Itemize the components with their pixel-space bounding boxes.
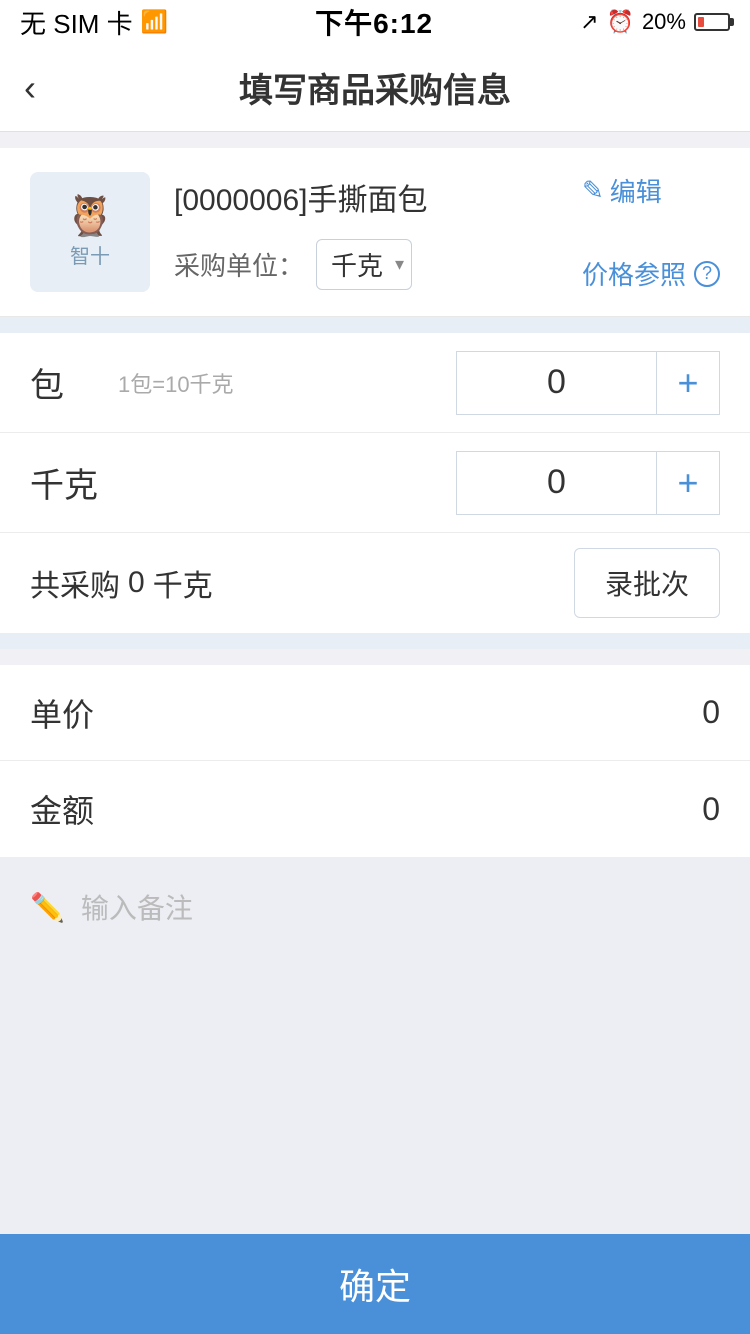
- back-button[interactable]: ‹: [24, 67, 36, 109]
- bao-input-right: +: [456, 351, 720, 415]
- status-bar: 无 SIM 卡 📶 下午6:12 ↗ ⏰ 20%: [0, 0, 750, 44]
- bao-input-row: 包 1包=10千克 +: [0, 333, 750, 433]
- location-icon: ↗: [580, 9, 598, 35]
- status-left: 无 SIM 卡 📶: [20, 4, 168, 41]
- price-ref-button[interactable]: 价格参照 ?: [582, 255, 720, 292]
- kg-input-row: 千克 +: [0, 433, 750, 533]
- kg-quantity-input[interactable]: [456, 451, 656, 515]
- kg-input-right: +: [456, 451, 720, 515]
- confirm-button[interactable]: 确定: [0, 1234, 750, 1334]
- battery-icon: [694, 13, 730, 31]
- kg-plus-button[interactable]: +: [656, 451, 720, 515]
- alarm-icon: ⏰: [607, 9, 634, 35]
- carrier-text: 无 SIM 卡: [20, 4, 133, 41]
- wifi-icon: 📶: [141, 9, 168, 35]
- amount-value: 0: [702, 791, 720, 828]
- total-unit: 千克: [153, 561, 213, 605]
- confirm-button-label: 确定: [339, 1258, 411, 1310]
- nav-bar: ‹ 填写商品采购信息: [0, 44, 750, 132]
- note-section[interactable]: ✏️ 输入备注: [0, 857, 750, 957]
- unit-select-wrapper[interactable]: 千克 ▾: [316, 239, 412, 290]
- bao-plus-button[interactable]: +: [656, 351, 720, 415]
- bao-label: 包: [30, 358, 110, 407]
- edit-label: 编辑: [610, 172, 662, 209]
- unit-select[interactable]: 千克: [316, 239, 412, 290]
- unit-price-value: 0: [702, 694, 720, 731]
- total-label: 共采购: [30, 561, 120, 605]
- bao-quantity-input[interactable]: [456, 351, 656, 415]
- edit-button[interactable]: ✎ 编辑: [582, 172, 662, 209]
- kg-label: 千克: [30, 458, 110, 507]
- product-logo-icon: 🦉: [65, 196, 115, 236]
- product-right: ✎ 编辑 价格参照 ?: [582, 172, 720, 292]
- product-unit-row: 采购单位： 千克 ▾: [174, 239, 582, 290]
- price-ref-label: 价格参照: [582, 255, 686, 292]
- edit-icon: ✎: [582, 175, 604, 206]
- amount-row: 金额 0: [0, 761, 750, 857]
- product-info: [0000006]手撕面包 采购单位： 千克 ▾: [174, 175, 582, 290]
- status-time: 下午6:12: [315, 2, 433, 42]
- pencil-icon: ✏️: [30, 891, 65, 924]
- separator-1: [0, 317, 750, 333]
- product-name: [0000006]手撕面包: [174, 175, 582, 219]
- product-logo-text: 智十: [70, 240, 110, 269]
- product-image: 🦉 智十: [30, 172, 150, 292]
- total-row: 共采购 0 千克 录批次: [0, 533, 750, 633]
- record-batch-button[interactable]: 录批次: [574, 548, 720, 618]
- status-right: ↗ ⏰ 20%: [580, 9, 730, 35]
- total-value: 0: [128, 566, 145, 600]
- bao-sublabel: 1包=10千克: [118, 367, 234, 399]
- battery-percent: 20%: [642, 9, 686, 35]
- info-icon: ?: [694, 261, 720, 287]
- unit-label: 采购单位：: [174, 246, 304, 283]
- content-spacer: [0, 957, 750, 1234]
- unit-price-row: 单价 0: [0, 665, 750, 761]
- page-title: 填写商品采购信息: [239, 63, 511, 112]
- note-placeholder[interactable]: 输入备注: [81, 887, 193, 927]
- product-card: 🦉 智十 [0000006]手撕面包 采购单位： 千克 ▾ ✎ 编辑 价格参照 …: [0, 148, 750, 317]
- input-section: 包 1包=10千克 + 千克 +: [0, 333, 750, 533]
- amount-label: 金额: [30, 786, 94, 832]
- price-section: 单价 0 金额 0: [0, 665, 750, 857]
- unit-price-label: 单价: [30, 690, 94, 736]
- separator-2: [0, 633, 750, 649]
